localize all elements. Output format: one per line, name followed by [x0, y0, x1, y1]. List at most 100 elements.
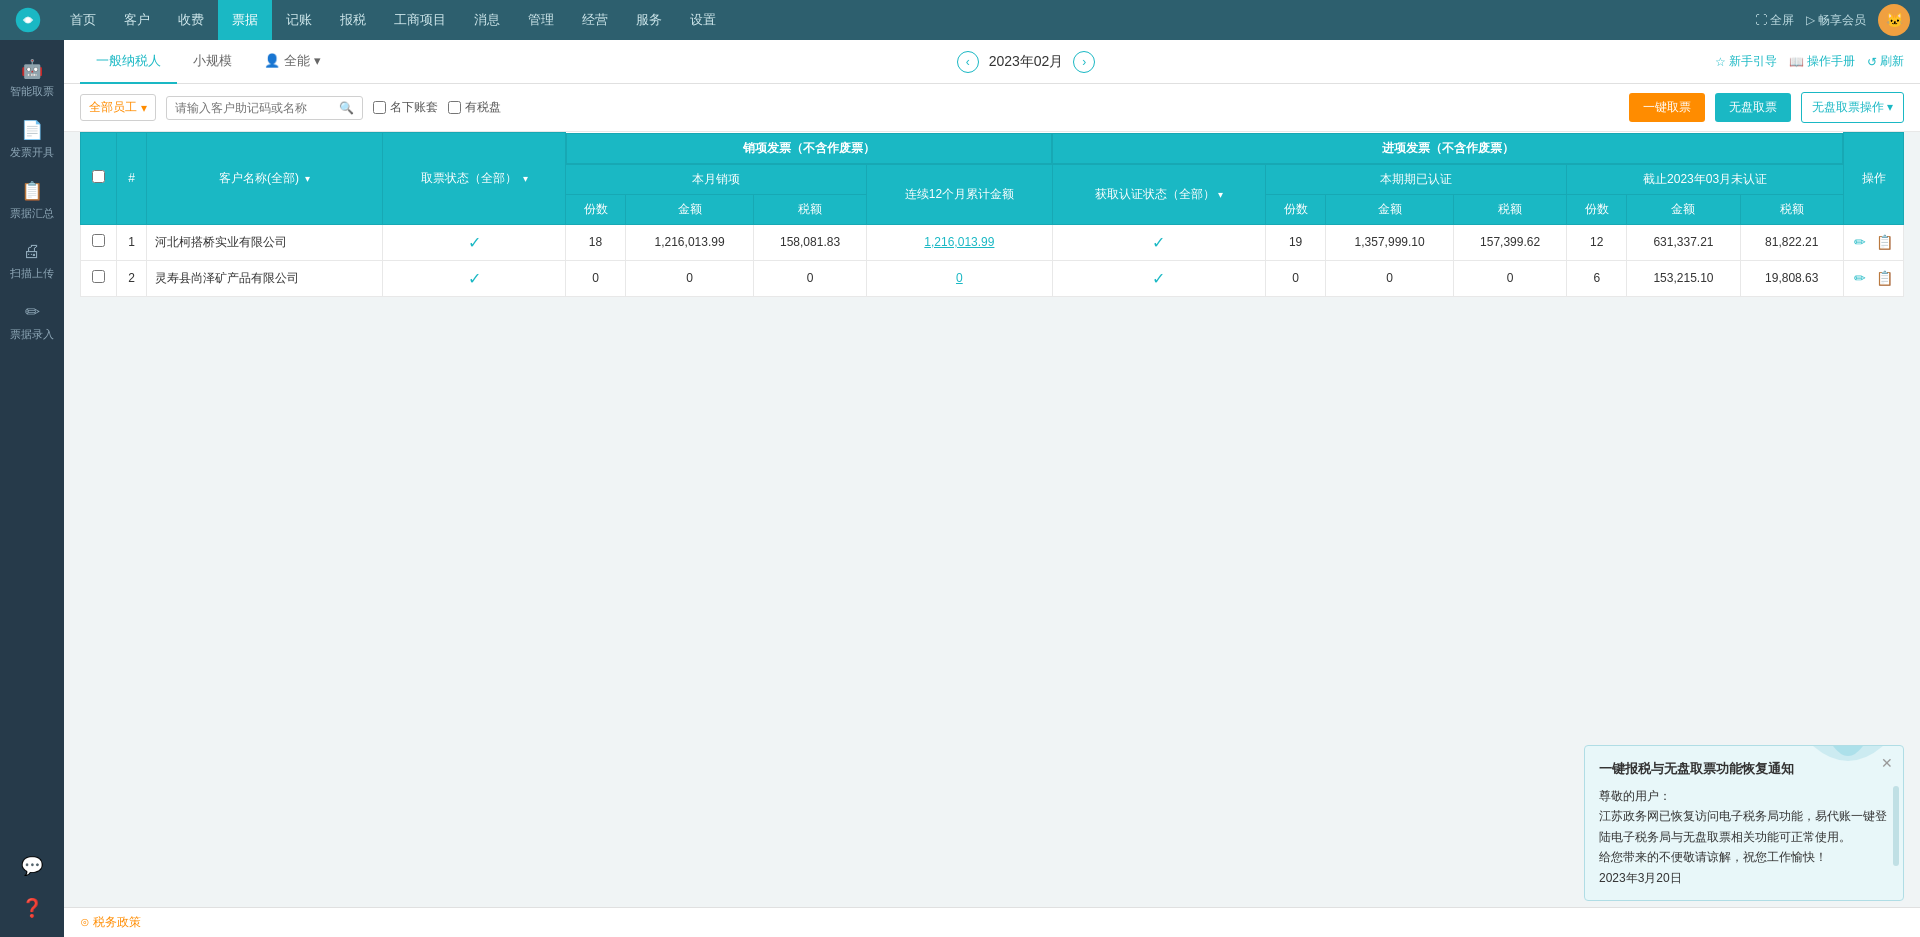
prev-month-btn[interactable]: ‹ — [957, 51, 979, 73]
col-confirm-status-header: 获取认证状态（全部） ▾ — [1052, 164, 1265, 224]
row1-consecutive[interactable]: 1,216,013.99 — [867, 224, 1053, 260]
dropdown-arrow-icon: ▾ — [141, 101, 147, 115]
col-consecutive-header: 连续12个月累计金额 — [867, 164, 1053, 224]
checkbox-account[interactable] — [373, 101, 386, 114]
user-avatar[interactable]: 🐱 — [1878, 4, 1910, 36]
sales-shares-header: 份数 — [565, 194, 625, 224]
checkbox-account-label[interactable]: 名下账套 — [373, 99, 438, 116]
nav-tax[interactable]: 报税 — [326, 0, 380, 40]
row1-nc-shares: 12 — [1567, 224, 1627, 260]
tab-general-taxpayer[interactable]: 一般纳税人 — [80, 40, 177, 84]
edit-icon[interactable]: ✏ — [1854, 234, 1866, 250]
invoice-issue-icon: 📄 — [21, 119, 43, 141]
nc-amount-header: 金额 — [1627, 194, 1740, 224]
checkbox-tax[interactable] — [448, 101, 461, 114]
tax-policy-link[interactable]: ⊙ 税务政策 — [80, 914, 141, 931]
tab-small-scale[interactable]: 小规模 — [177, 40, 248, 84]
nav-invoice[interactable]: 票据 — [218, 0, 272, 40]
row2-status: ✓ — [383, 260, 566, 296]
table-row: 1 河北柯搭桥实业有限公司 ✓ 18 1,216,013.99 158,081.… — [81, 224, 1904, 260]
chat-icon: 💬 — [21, 855, 43, 877]
nav-home[interactable]: 首页 — [56, 0, 110, 40]
manual-btn[interactable]: 📖 操作手册 — [1789, 53, 1855, 70]
edit-icon2[interactable]: ✏ — [1854, 270, 1866, 286]
nav-business[interactable]: 工商项目 — [380, 0, 460, 40]
sidebar-help[interactable]: ❓ — [4, 889, 60, 927]
tab-all[interactable]: 👤 全能 ▾ — [248, 40, 337, 84]
search-icon: 🔍 — [339, 101, 354, 115]
sidebar-label-invoice-summary: 票据汇总 — [10, 206, 54, 221]
notification-greeting: 尊敬的用户： — [1599, 786, 1889, 806]
nav-manage[interactable]: 管理 — [514, 0, 568, 40]
notification-date: 2023年3月20日 — [1599, 868, 1889, 888]
nav-billing[interactable]: 收费 — [164, 0, 218, 40]
nc-shares-header: 份数 — [1567, 194, 1627, 224]
search-input[interactable] — [175, 101, 335, 115]
row2-checkbox[interactable] — [92, 270, 105, 283]
sub-purchase-confirmed-header: 本期期已认证 — [1266, 164, 1567, 194]
no-disk-fetch-btn[interactable]: 无盘取票 — [1715, 93, 1791, 122]
page-icon[interactable]: 📋 — [1876, 234, 1893, 250]
new-guide-btn[interactable]: ☆ 新手引导 — [1715, 53, 1777, 70]
sidebar-label-invoice-entry: 票据录入 — [10, 327, 54, 342]
row1-month-amount: 1,216,013.99 — [626, 224, 754, 260]
notification-apology: 给您带来的不便敬请谅解，祝您工作愉快！ — [1599, 847, 1889, 867]
row2-index: 2 — [117, 260, 147, 296]
checkbox-tax-label[interactable]: 有税盘 — [448, 99, 501, 116]
tab-bar: 一般纳税人 小规模 👤 全能 ▾ ‹ 2023年02月 › ☆ 新手引导 📖 操… — [64, 40, 1920, 84]
sidebar-bottom: 💬 ❓ — [4, 847, 60, 927]
fullscreen-btn[interactable]: ⛶ 全屏 — [1755, 12, 1794, 29]
next-month-btn[interactable]: › — [1073, 51, 1095, 73]
sidebar-item-smart-fetch[interactable]: 🤖 智能取票 — [4, 50, 60, 107]
scroll-bar — [1893, 786, 1899, 866]
search-box: 🔍 — [166, 96, 363, 120]
nav-settings[interactable]: 设置 — [676, 0, 730, 40]
nav-items: 首页 客户 收费 票据 记账 报税 工商项目 消息 管理 经营 服务 设置 — [56, 0, 1755, 40]
confirm-filter-icon[interactable]: ▾ — [1218, 189, 1223, 200]
sidebar-item-invoice-summary[interactable]: 📋 票据汇总 — [4, 172, 60, 229]
sidebar-item-invoice-issue[interactable]: 📄 发票开具 — [4, 111, 60, 168]
row2-nc-shares: 6 — [1567, 260, 1627, 296]
row2-purchase-amount: 0 — [1326, 260, 1454, 296]
nav-message[interactable]: 消息 — [460, 0, 514, 40]
employee-select-label: 全部员工 — [89, 99, 137, 116]
entry-icon: ✏ — [25, 301, 40, 323]
select-all-checkbox[interactable] — [92, 170, 105, 183]
row1-purchase-shares: 19 — [1266, 224, 1326, 260]
row1-checkbox[interactable] — [92, 234, 105, 247]
quick-fetch-btn[interactable]: 一键取票 — [1629, 93, 1705, 122]
nav-bookkeeping[interactable]: 记账 — [272, 0, 326, 40]
sidebar-item-invoice-entry[interactable]: ✏ 票据录入 — [4, 293, 60, 350]
col-status-header: 取票状态（全部） ▾ — [383, 133, 566, 225]
row2-nc-amount: 153,215.10 — [1627, 260, 1740, 296]
row1-month-tax: 158,081.83 — [753, 224, 866, 260]
row1-purchase-amount: 1,357,999.10 — [1326, 224, 1454, 260]
row2-month-shares: 0 — [565, 260, 625, 296]
row2-purchase-tax: 0 — [1454, 260, 1567, 296]
no-disk-ops-btn[interactable]: 无盘取票操作 ▾ — [1801, 92, 1904, 123]
purchase-tax-header: 税额 — [1454, 194, 1567, 224]
status-filter-icon[interactable]: ▾ — [523, 173, 528, 184]
row1-month-shares: 18 — [565, 224, 625, 260]
toolbar: 全部员工 ▾ 🔍 名下账套 有税盘 一键取票 无盘取票 无盘取票操作 ▾ — [64, 84, 1920, 132]
top-nav-right: ⛶ 全屏 ▷ 畅享会员 🐱 — [1755, 4, 1910, 36]
row2-consecutive[interactable]: 0 — [867, 260, 1053, 296]
filter-icon[interactable]: ▾ — [305, 173, 310, 184]
nav-operation[interactable]: 经营 — [568, 0, 622, 40]
employee-select[interactable]: 全部员工 ▾ — [80, 94, 156, 121]
refresh-btn[interactable]: ↺ 刷新 — [1867, 53, 1904, 70]
nav-customer[interactable]: 客户 — [110, 0, 164, 40]
purchase-shares-header: 份数 — [1266, 194, 1326, 224]
nav-service[interactable]: 服务 — [622, 0, 676, 40]
sales-tax-header: 税额 — [753, 194, 866, 224]
row1-status: ✓ — [383, 224, 566, 260]
row1-purchase-tax: 157,399.62 — [1454, 224, 1567, 260]
sidebar-label-invoice-issue: 发票开具 — [10, 145, 54, 160]
sidebar-chat[interactable]: 💬 — [4, 847, 60, 885]
bottom-bar: ⊙ 税务政策 — [64, 907, 1920, 937]
member-btn[interactable]: ▷ 畅享会员 — [1806, 12, 1866, 29]
page-icon2[interactable]: 📋 — [1876, 270, 1893, 286]
row1-nc-tax: 81,822.21 — [1740, 224, 1843, 260]
sidebar-item-scan-upload[interactable]: 🖨 扫描上传 — [4, 233, 60, 289]
status-check-icon2: ✓ — [468, 270, 481, 287]
